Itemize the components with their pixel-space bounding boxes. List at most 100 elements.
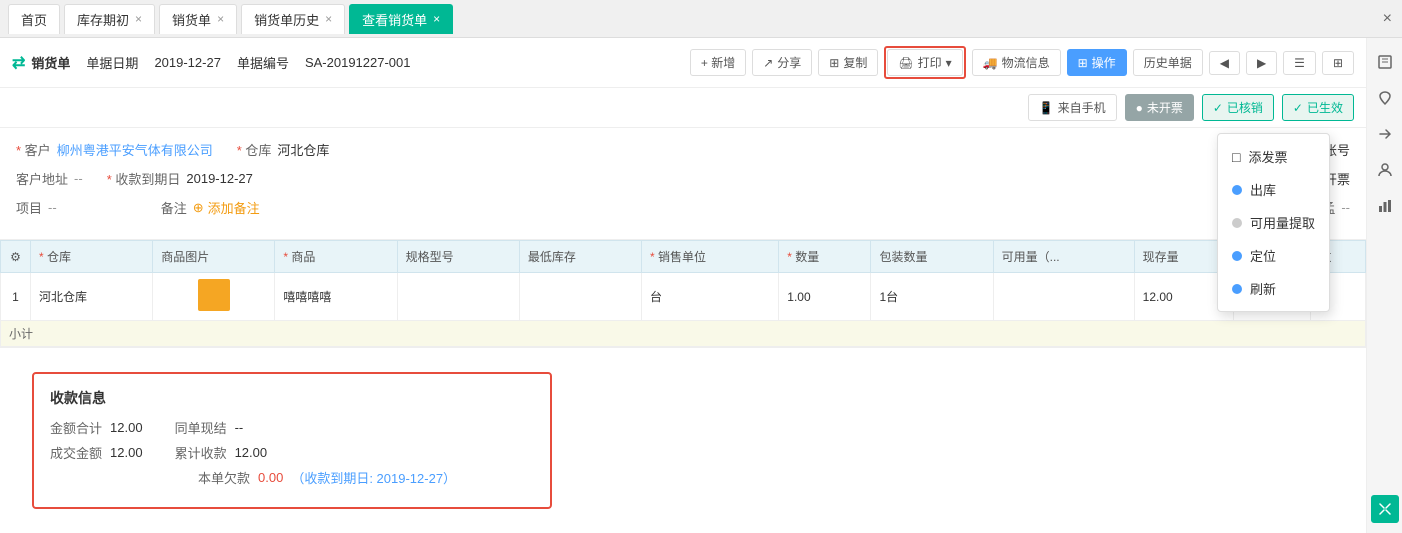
- project-value: --: [48, 200, 57, 215]
- warehouse-label: 仓库: [237, 140, 272, 159]
- payment-row-1: 金额合计 12.00 同单现结 --: [50, 418, 534, 437]
- cumulative-value: 12.00: [235, 445, 268, 460]
- sidebar-icon-1[interactable]: [1371, 48, 1399, 76]
- row-unit: 台: [642, 273, 779, 321]
- row-warehouse: 河北仓库: [31, 273, 153, 321]
- col-warehouse: 仓库: [31, 241, 153, 273]
- row-product: 嘻嘻嘻嘻: [275, 273, 397, 321]
- add-remark-button[interactable]: ⊕ 添加备注: [193, 198, 260, 217]
- doc-toolbar: + 新增 ↗ 分享 ⊞ 复制 🖨 打印 ▾ 🚚: [690, 46, 1354, 79]
- tab-inventory-init[interactable]: 库存期初 ×: [64, 4, 155, 34]
- secondary-toolbar: 📱 来自手机 ● 未开票 ✓ 已核销 ✓ 已生效: [0, 88, 1366, 128]
- invoice-icon: □: [1232, 149, 1240, 165]
- check-icon: ✓: [1213, 101, 1223, 115]
- logistics-button[interactable]: 🚚 物流信息: [972, 49, 1061, 76]
- table-header-row: ⚙ 仓库 商品图片 商品 规格型号 最低库存 销售单位 数量 包装数量 可用量（…: [1, 241, 1366, 273]
- col-pack-qty: 包装数量: [871, 241, 993, 273]
- dropdown-available-qty[interactable]: 可用量提取: [1218, 206, 1329, 239]
- number-value: SA-20191227-001: [305, 55, 411, 70]
- confirmed-button[interactable]: ✓ 已核销: [1202, 94, 1274, 121]
- amount-value: 12.00: [110, 420, 143, 435]
- amount-item: 金额合计 12.00: [50, 418, 143, 437]
- tab-home[interactable]: 首页: [8, 4, 60, 34]
- detail-view-button[interactable]: ⊞: [1322, 51, 1354, 75]
- warehouse-field: 仓库 河北仓库: [237, 140, 330, 159]
- tab-close-inventory-init[interactable]: ×: [135, 12, 142, 26]
- operations-dropdown: □ 添发票 出库 可用量提取 定位 刷新: [1217, 133, 1330, 312]
- col-qty: 数量: [779, 241, 871, 273]
- list-view-button[interactable]: ☰: [1283, 51, 1316, 75]
- dropdown-outbound[interactable]: 出库: [1218, 173, 1329, 206]
- print-icon: 🖨: [898, 56, 913, 70]
- cumulative-item: 累计收款 12.00: [175, 443, 268, 462]
- share-button[interactable]: ↗ 分享: [752, 49, 812, 76]
- operations-button[interactable]: ⊞ 操作: [1067, 49, 1127, 76]
- tab-sales-order[interactable]: 销货单 ×: [159, 4, 237, 34]
- deal-amount-value: 12.00: [110, 445, 143, 460]
- circle-icon: ●: [1136, 101, 1143, 115]
- dropdown-locate[interactable]: 定位: [1218, 239, 1329, 272]
- deal-amount-label: 成交金额: [50, 443, 102, 462]
- new-button[interactable]: + 新增: [690, 49, 746, 76]
- plus-icon: ⊕: [193, 200, 204, 216]
- payment-row-3: 本单欠款 0.00 （收款到期日: 2019-12-27）: [50, 468, 534, 487]
- outbound-dot: [1232, 185, 1242, 195]
- tab-close-view-sales[interactable]: ×: [433, 12, 440, 26]
- print-button[interactable]: 🖨 打印 ▾: [887, 49, 962, 76]
- sidebar-icon-2[interactable]: [1371, 84, 1399, 112]
- effective-button[interactable]: ✓ 已生效: [1282, 94, 1354, 121]
- dropdown-add-invoice[interactable]: □ 添发票: [1218, 140, 1329, 173]
- tab-bar: 首页 库存期初 × 销货单 × 销货单历史 × 查看销货单 × ×: [0, 0, 1402, 38]
- tab-close-sales-order[interactable]: ×: [217, 12, 224, 26]
- form-row-3: 项目 -- 备注 ⊕ 添加备注 业务员孟 --: [16, 198, 1350, 217]
- doc-type-label: 销货单: [31, 53, 70, 72]
- sidebar-icon-expand[interactable]: [1371, 495, 1399, 523]
- row-spec: [397, 273, 519, 321]
- remark-field: 备注 ⊕ 添加备注: [161, 198, 260, 217]
- sidebar-icon-3[interactable]: [1371, 120, 1399, 148]
- window-close-button[interactable]: ×: [1383, 10, 1392, 28]
- tab-view-sales[interactable]: 查看销货单 ×: [349, 4, 453, 34]
- row-seq: 1: [1, 273, 31, 321]
- col-available: 可用量（...: [993, 241, 1134, 273]
- table-row: 1 河北仓库 嘻嘻嘻嘻 台 1.00 1台 12.00 0.: [1, 273, 1366, 321]
- uninvoiced-button[interactable]: ● 未开票: [1125, 94, 1194, 121]
- next-record-button[interactable]: ▶: [1246, 51, 1277, 75]
- dropdown-refresh[interactable]: 刷新: [1218, 272, 1329, 305]
- number-label: 单据编号: [237, 53, 289, 72]
- doc-header-left: ⇄ 销货单 单据日期 2019-12-27 单据编号 SA-20191227-0…: [12, 53, 410, 73]
- project-label: 项目: [16, 198, 42, 217]
- date-label: 单据日期: [86, 53, 138, 72]
- customer-value[interactable]: 柳州粤港平安气体有限公司: [57, 140, 213, 159]
- customer-field: 客户 柳州粤港平安气体有限公司: [16, 140, 213, 159]
- doc-header: ⇄ 销货单 单据日期 2019-12-27 单据编号 SA-20191227-0…: [0, 38, 1366, 88]
- col-image: 商品图片: [153, 241, 275, 273]
- address-label: 客户地址: [16, 169, 68, 188]
- copy-button[interactable]: ⊞ 复制: [818, 49, 878, 76]
- share-icon: ↗: [763, 56, 773, 70]
- form-section: 客户 柳州粤港平安气体有限公司 仓库 河北仓库 业务员 演示账号 客户地址 --: [0, 128, 1366, 240]
- tab-close-sales-history[interactable]: ×: [325, 12, 332, 26]
- sidebar-icon-4[interactable]: [1371, 156, 1399, 184]
- doc-type-icon: ⇄: [12, 53, 25, 73]
- col-min-stock: 最低库存: [519, 241, 641, 273]
- doc-title: ⇄ 销货单: [12, 53, 70, 73]
- prev-record-button[interactable]: ◀: [1209, 51, 1240, 75]
- warehouse-value: 河北仓库: [277, 140, 329, 159]
- subtotal-row: 小计: [1, 321, 1366, 347]
- history-button[interactable]: 历史单据: [1133, 49, 1203, 76]
- cumulative-label: 累计收款: [175, 443, 227, 462]
- customer-label: 客户: [16, 140, 51, 159]
- balance-item: 本单欠款 0.00 （收款到期日: 2019-12-27）: [198, 468, 456, 487]
- date-value: 2019-12-27: [154, 55, 221, 70]
- col-gear: ⚙: [1, 241, 31, 273]
- tab-sales-history[interactable]: 销货单历史 ×: [241, 4, 345, 34]
- form-row-1: 客户 柳州粤港平安气体有限公司 仓库 河北仓库 业务员 演示账号: [16, 140, 1350, 159]
- form-row-2: 客户地址 -- 收款到期日 2019-12-27 票据类型 不开票: [16, 169, 1350, 188]
- check2-icon: ✓: [1293, 101, 1303, 115]
- remark-label: 备注: [161, 198, 187, 217]
- amount-label: 金额合计: [50, 418, 102, 437]
- main-area: ⇄ 销货单 单据日期 2019-12-27 单据编号 SA-20191227-0…: [0, 38, 1366, 533]
- sidebar-icon-5[interactable]: [1371, 192, 1399, 220]
- from-phone-button[interactable]: 📱 来自手机: [1028, 94, 1117, 121]
